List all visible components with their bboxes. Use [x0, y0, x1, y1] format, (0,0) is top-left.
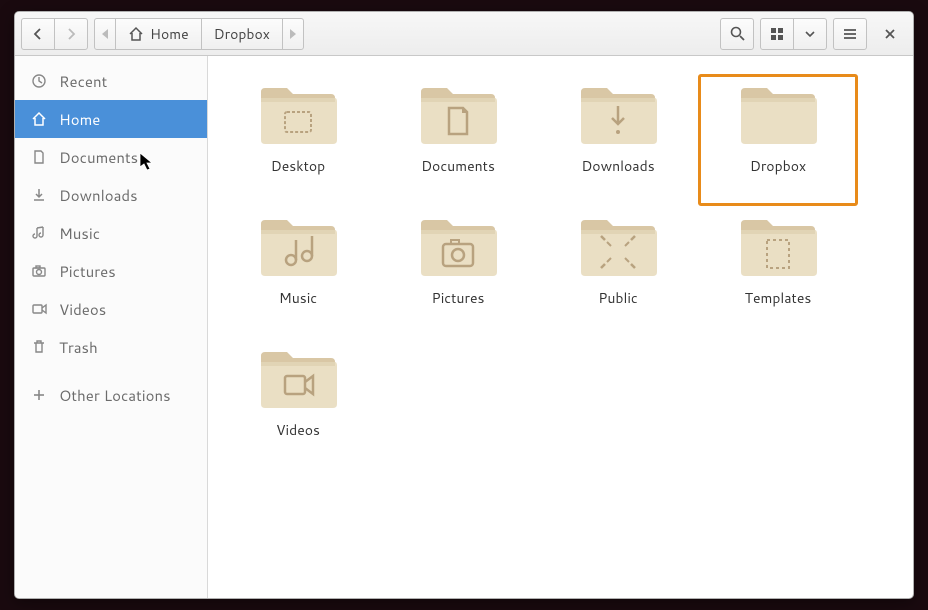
hamburger-icon: [843, 28, 857, 40]
folder-label: Dropbox: [750, 156, 806, 176]
folder-downloads[interactable]: Downloads: [538, 74, 698, 206]
folder-label: Pictures: [432, 288, 485, 308]
sidebar-item-downloads[interactable]: Downloads: [15, 176, 207, 214]
chevron-down-icon: [805, 30, 815, 38]
sidebar: Recent Home Documents Downloads Music Picture…: [15, 56, 208, 598]
folder-icon: [575, 210, 661, 282]
nav-button-group: [21, 18, 88, 50]
chevron-right-icon: [65, 28, 77, 40]
folder-label: Music: [279, 288, 317, 308]
folder-label: Public: [598, 288, 638, 308]
folder-icon: [735, 78, 821, 150]
path-next-button[interactable]: [282, 18, 304, 50]
file-manager-window: Home Dropbox RecentH: [14, 11, 914, 599]
clock-icon: [31, 73, 47, 89]
mouse-cursor: [139, 152, 155, 178]
grid-icon: [770, 27, 784, 41]
back-button[interactable]: [21, 18, 55, 50]
folder-icon: [575, 78, 661, 150]
folder-icon: [415, 210, 501, 282]
chevron-left-icon: [32, 28, 44, 40]
path-current-label: Dropbox: [214, 24, 270, 44]
plus-icon: [31, 387, 47, 403]
folder-icon: [255, 210, 341, 282]
close-button[interactable]: [873, 18, 907, 50]
camera-icon: [31, 263, 47, 279]
folder-icon: [255, 342, 341, 414]
folder-label: Templates: [745, 288, 812, 308]
path-prev-button[interactable]: [94, 18, 116, 50]
folder-label: Videos: [276, 420, 320, 440]
music-icon: [31, 225, 47, 241]
sidebar-item-trash[interactable]: Trash: [15, 328, 207, 366]
sidebar-item-recent[interactable]: Recent: [15, 62, 207, 100]
triangle-left-icon: [101, 29, 109, 39]
folder-dropbox[interactable]: Dropbox: [698, 74, 858, 206]
path-segment-home[interactable]: Home: [115, 18, 202, 50]
search-button[interactable]: [720, 18, 754, 50]
close-icon: [884, 28, 896, 40]
folder-pictures[interactable]: Pictures: [378, 206, 538, 338]
document-icon: [31, 149, 47, 165]
sidebar-item-label: Trash: [59, 337, 98, 358]
sidebar-item-label: Videos: [59, 299, 106, 320]
folder-public[interactable]: Public: [538, 206, 698, 338]
path-home-label: Home: [150, 24, 189, 44]
home-icon: [31, 111, 47, 127]
folder-icon: [255, 78, 341, 150]
folder-music[interactable]: Music: [218, 206, 378, 338]
path-bar: Home Dropbox: [94, 18, 304, 50]
sidebar-item-label: Home: [59, 109, 100, 130]
triangle-right-icon: [289, 29, 297, 39]
menu-button[interactable]: [833, 18, 867, 50]
search-icon: [730, 26, 745, 41]
sidebar-item-label: Documents: [59, 147, 138, 168]
sidebar-item-label: Other Locations: [59, 385, 171, 406]
sidebar-item-other-locations[interactable]: Other Locations: [15, 376, 207, 414]
trash-icon: [31, 339, 47, 355]
sidebar-item-home[interactable]: Home: [15, 100, 207, 138]
download-icon: [31, 187, 47, 203]
video-icon: [31, 301, 47, 317]
sidebar-item-label: Downloads: [59, 185, 138, 206]
forward-button[interactable]: [54, 18, 88, 50]
folder-icon: [735, 210, 821, 282]
folder-label: Documents: [421, 156, 495, 176]
folder-templates[interactable]: Templates: [698, 206, 858, 338]
folder-videos[interactable]: Videos: [218, 338, 378, 470]
folder-desktop[interactable]: Desktop: [218, 74, 378, 206]
sidebar-item-documents[interactable]: Documents: [15, 138, 207, 176]
sidebar-item-label: Recent: [59, 71, 107, 92]
sidebar-item-videos[interactable]: Videos: [15, 290, 207, 328]
path-segment-current[interactable]: Dropbox: [201, 18, 283, 50]
window-body: Recent Home Documents Downloads Music Picture…: [15, 56, 913, 598]
folder-label: Desktop: [271, 156, 325, 176]
folder-label: Downloads: [581, 156, 654, 176]
sidebar-item-music[interactable]: Music: [15, 214, 207, 252]
view-dropdown-button[interactable]: [793, 18, 827, 50]
home-icon: [128, 26, 144, 42]
sidebar-item-label: Pictures: [59, 261, 116, 282]
sidebar-item-label: Music: [59, 223, 100, 244]
icon-view-button[interactable]: [760, 18, 794, 50]
view-button-group: [760, 18, 827, 50]
folder-documents[interactable]: Documents: [378, 74, 538, 206]
content-grid[interactable]: Desktop Documents Downloads Dropbox Musi…: [208, 56, 913, 598]
toolbar: Home Dropbox: [15, 12, 913, 56]
sidebar-item-pictures[interactable]: Pictures: [15, 252, 207, 290]
folder-icon: [415, 78, 501, 150]
